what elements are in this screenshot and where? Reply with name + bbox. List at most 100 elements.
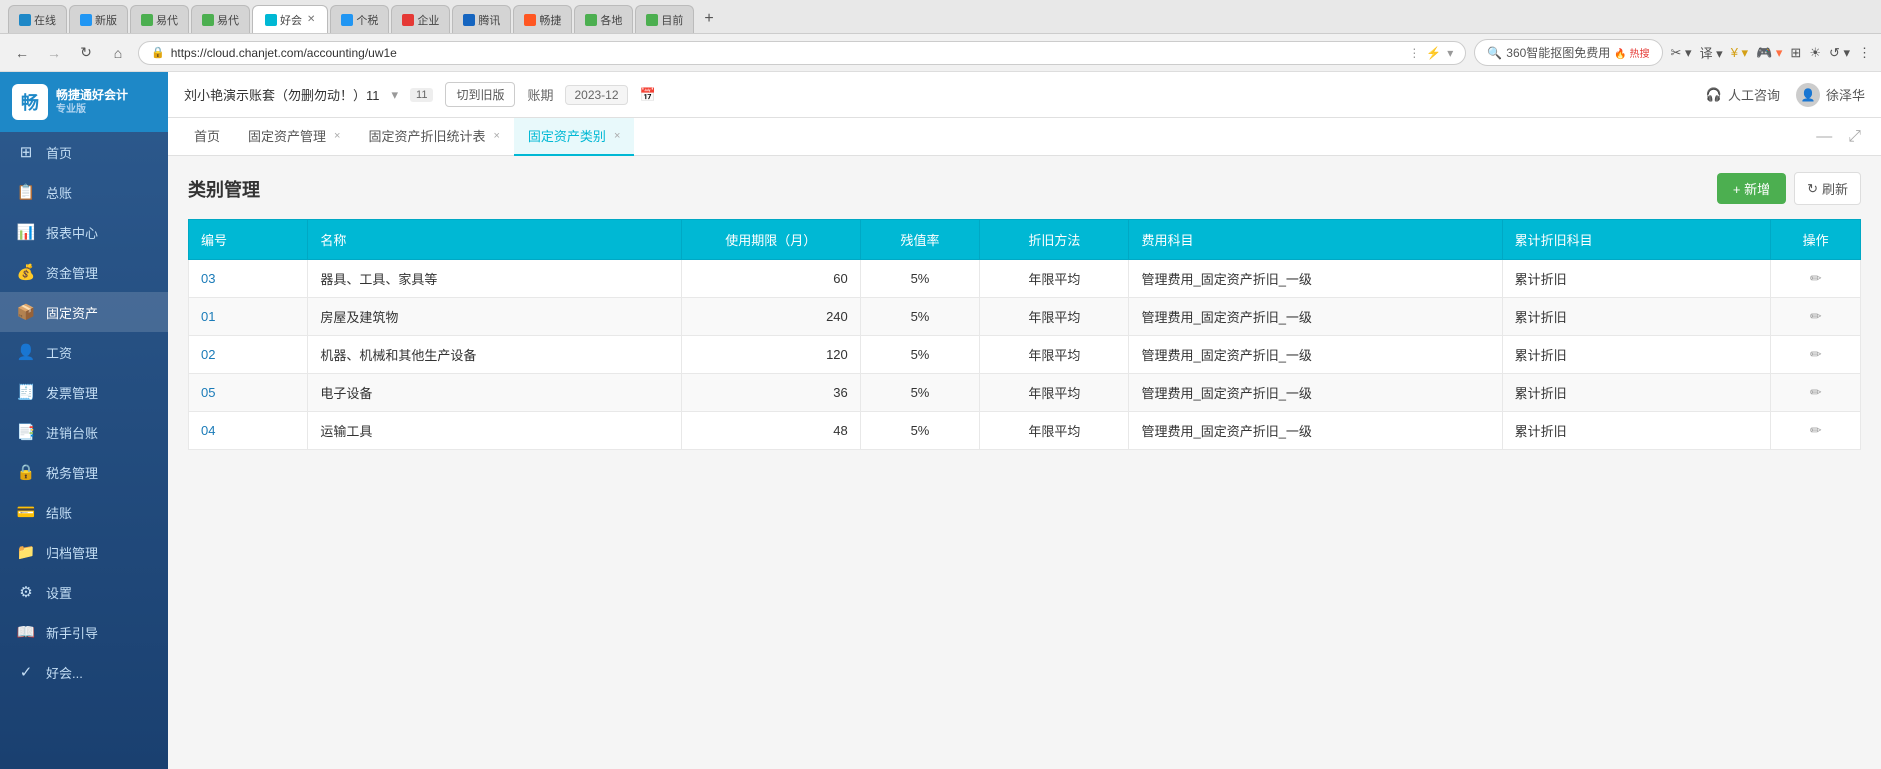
guide-icon: 📖: [16, 622, 36, 642]
cell-accum: 累计折旧: [1502, 260, 1771, 298]
window-minimize[interactable]: —: [1808, 128, 1840, 146]
toolbar-sun[interactable]: ☀: [1809, 45, 1821, 61]
tab-zaixin[interactable]: 在线: [8, 5, 67, 33]
user-profile[interactable]: 👤 徐泽华: [1796, 83, 1865, 107]
nav-refresh[interactable]: ↻: [74, 41, 98, 65]
report-icon: 📊: [16, 222, 36, 242]
nav-back[interactable]: ←: [10, 41, 34, 65]
tab-yidai-1[interactable]: 易代: [130, 5, 189, 33]
sidebar-item-settle[interactable]: 💳 结账: [0, 492, 168, 532]
cell-period: 60: [681, 260, 860, 298]
cell-residual: 5%: [860, 298, 979, 336]
sidebar-item-asset[interactable]: 📦 固定资产: [0, 292, 168, 332]
cell-code: 05: [189, 374, 308, 412]
sidebar-item-tax[interactable]: 🔒 税务管理: [0, 452, 168, 492]
toolbar-translate[interactable]: 译 ▾: [1700, 43, 1723, 62]
sidebar-item-report[interactable]: 📊 报表中心: [0, 212, 168, 252]
col-header-code: 编号: [189, 220, 308, 260]
col-header-operation: 操作: [1771, 220, 1861, 260]
tab-xinban[interactable]: 新版: [69, 5, 128, 33]
tab-gedi[interactable]: 各地: [574, 5, 633, 33]
edit-button[interactable]: ✏: [1810, 422, 1822, 438]
cell-method: 年限平均: [980, 336, 1129, 374]
nav-home[interactable]: ⌂: [106, 41, 130, 65]
sidebar-item-settings[interactable]: ⚙ 设置: [0, 572, 168, 612]
cell-residual: 5%: [860, 374, 979, 412]
sidebar-item-invoice[interactable]: 🧾 发票管理: [0, 372, 168, 412]
search-bar[interactable]: 🔍 360智能抠图免费用 🔥 热搜: [1474, 39, 1662, 66]
calendar-icon[interactable]: 📅: [640, 87, 656, 103]
tab-qiye[interactable]: 企业: [391, 5, 450, 33]
cell-accum: 累计折旧: [1502, 336, 1771, 374]
toolbar-grid[interactable]: ⊞: [1790, 45, 1801, 61]
cell-period: 36: [681, 374, 860, 412]
col-header-accum: 累计折旧科目: [1502, 220, 1771, 260]
cell-accum: 累计折旧: [1502, 412, 1771, 450]
sidebar-item-archive[interactable]: 📁 归档管理: [0, 532, 168, 572]
toolbar-menu[interactable]: ⋮: [1858, 45, 1871, 61]
add-button[interactable]: + 新增: [1717, 173, 1786, 204]
tab-close-haohui[interactable]: ✕: [307, 14, 315, 25]
sidebar-item-guide[interactable]: 📖 新手引导: [0, 612, 168, 652]
toolbar-game[interactable]: 🎮 ▾: [1756, 45, 1782, 61]
page-tab-category[interactable]: 固定资产类别 ×: [514, 118, 634, 156]
window-maximize[interactable]: ⤢: [1840, 128, 1869, 146]
browser-tab-bar: 在线 新版 易代 易代 好会 ✕ 个税 企业 腾讯 畅捷 各地 目前 +: [0, 0, 1881, 34]
content-area: 类别管理 + 新增 ↻ 刷新 编号 名称 使用期限（月） 残值率: [168, 156, 1881, 769]
username-label: 徐泽华: [1826, 85, 1865, 104]
address-input[interactable]: 🔒 https://cloud.chanjet.com/accounting/u…: [138, 41, 1466, 65]
page-tab-close-depreciation[interactable]: ×: [493, 130, 499, 142]
cell-period: 120: [681, 336, 860, 374]
sidebar-item-home[interactable]: ⊞ 首页: [0, 132, 168, 172]
sidebar-item-salary[interactable]: 👤 工资: [0, 332, 168, 372]
sidebar-label-settle: 结账: [46, 503, 72, 522]
cell-operation: ✏: [1771, 336, 1861, 374]
page-tab-depreciation[interactable]: 固定资产折旧统计表 ×: [354, 118, 513, 156]
switch-version-button[interactable]: 切到旧版: [445, 82, 515, 107]
dropdown-icon[interactable]: ▾: [392, 87, 399, 103]
logo-subtitle: 专业版: [56, 103, 128, 116]
table-row: 01 房屋及建筑物 240 5% 年限平均 管理费用_固定资产折旧_一级 累计折…: [189, 298, 1861, 336]
sidebar-item-purchase[interactable]: 📑 进销台账: [0, 412, 168, 452]
extra-icon: ✓: [16, 662, 36, 682]
sidebar-item-fund[interactable]: 💰 资金管理: [0, 252, 168, 292]
toolbar-undo[interactable]: ↺ ▾: [1829, 45, 1850, 61]
edit-button[interactable]: ✏: [1810, 384, 1822, 400]
toolbar-yuan[interactable]: ¥ ▾: [1731, 45, 1748, 61]
cell-period: 240: [681, 298, 860, 336]
edit-button[interactable]: ✏: [1810, 346, 1822, 362]
toolbar-cut[interactable]: ✂ ▾: [1671, 45, 1692, 61]
edit-button[interactable]: ✏: [1810, 308, 1822, 324]
sidebar-item-extra[interactable]: ✓ 好会...: [0, 652, 168, 692]
tab-changjie[interactable]: 畅捷: [513, 5, 572, 33]
tab-muqian[interactable]: 目前: [635, 5, 694, 33]
nav-forward[interactable]: →: [42, 41, 66, 65]
new-tab-btn[interactable]: +: [696, 5, 721, 33]
cell-name: 器具、工具、家具等: [308, 260, 681, 298]
cell-name: 房屋及建筑物: [308, 298, 681, 336]
refresh-button[interactable]: ↻ 刷新: [1794, 172, 1861, 205]
top-bar: 刘小艳演示账套（勿删勿动！）11 ▾ 11 切到旧版 账期 2023-12 📅 …: [168, 72, 1881, 118]
action-buttons: + 新增 ↻ 刷新: [1717, 172, 1861, 205]
cell-operation: ✏: [1771, 298, 1861, 336]
page-tab-close-asset-manage[interactable]: ×: [334, 130, 340, 142]
sidebar-label-home: 首页: [46, 143, 72, 162]
cell-accum: 累计折旧: [1502, 298, 1771, 336]
tab-geshui[interactable]: 个税: [330, 5, 389, 33]
col-header-name: 名称: [308, 220, 681, 260]
sidebar-item-ledger[interactable]: 📋 总账: [0, 172, 168, 212]
cell-code: 01: [189, 298, 308, 336]
consult-btn[interactable]: 🎧 人工咨询: [1706, 85, 1780, 104]
edit-button[interactable]: ✏: [1810, 270, 1822, 286]
page-tab-close-category[interactable]: ×: [614, 130, 620, 142]
tab-tengxun[interactable]: 腾讯: [452, 5, 511, 33]
cell-accum: 累计折旧: [1502, 374, 1771, 412]
tab-haohui[interactable]: 好会 ✕: [252, 5, 328, 33]
search-icon: 🔍: [1487, 46, 1502, 60]
table-row: 04 运输工具 48 5% 年限平均 管理费用_固定资产折旧_一级 累计折旧 ✏: [189, 412, 1861, 450]
asset-icon: 📦: [16, 302, 36, 322]
page-tab-asset-manage[interactable]: 固定资产管理 ×: [234, 118, 354, 156]
sidebar-menu: ⊞ 首页 📋 总账 📊 报表中心 💰 资金管理 📦 固定资产 👤 工资: [0, 132, 168, 769]
tab-yidai-2[interactable]: 易代: [191, 5, 250, 33]
page-tab-home[interactable]: 首页: [180, 118, 234, 156]
